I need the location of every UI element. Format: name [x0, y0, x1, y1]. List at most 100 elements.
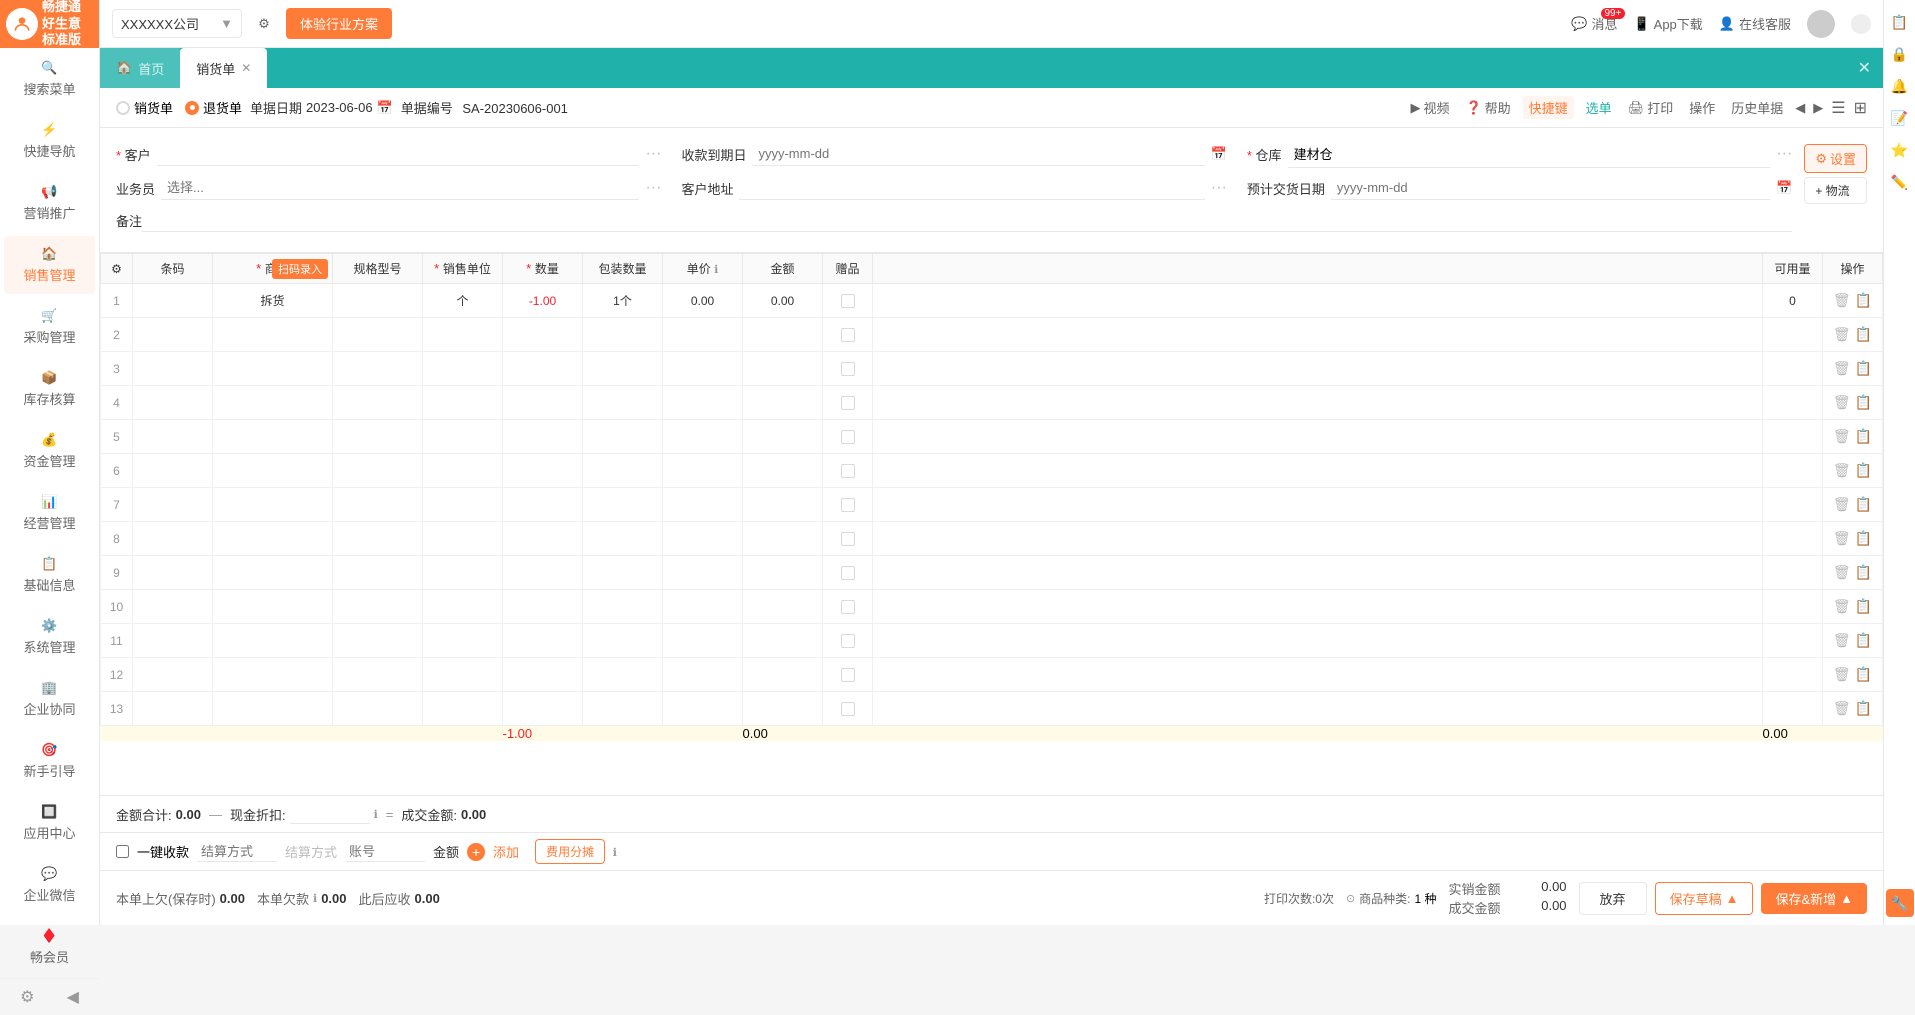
- cell-product[interactable]: 拆货: [213, 284, 333, 318]
- cell-barcode[interactable]: [133, 522, 213, 556]
- expected-date-input[interactable]: [1331, 176, 1770, 200]
- add-payment-btn[interactable]: +: [467, 843, 485, 861]
- cell-gift[interactable]: [823, 590, 873, 624]
- copy-row-btn[interactable]: 📋: [1855, 394, 1872, 411]
- cell-price[interactable]: [663, 454, 743, 488]
- cell-unit[interactable]: [423, 556, 503, 590]
- copy-row-btn[interactable]: 📋: [1855, 360, 1872, 377]
- cell-gift[interactable]: [823, 556, 873, 590]
- cell-product[interactable]: [213, 556, 333, 590]
- cell-product[interactable]: [213, 352, 333, 386]
- online-service-btn[interactable]: 👤 在线客服: [1719, 14, 1791, 33]
- cell-amount[interactable]: [743, 454, 823, 488]
- receive-date-cal-icon[interactable]: 📅: [1211, 146, 1227, 162]
- cell-gift[interactable]: [823, 624, 873, 658]
- copy-row-btn[interactable]: 📋: [1855, 292, 1872, 309]
- sidebar-item-vip[interactable]: ♦️ 畅会员: [4, 918, 95, 976]
- cell-unit[interactable]: [423, 692, 503, 726]
- cell-amount[interactable]: [743, 556, 823, 590]
- cell-gift[interactable]: [823, 522, 873, 556]
- cell-qty[interactable]: [503, 352, 583, 386]
- cell-barcode[interactable]: [133, 386, 213, 420]
- header-settings-icon[interactable]: ⚙: [250, 10, 278, 38]
- cell-qty[interactable]: [503, 556, 583, 590]
- copy-row-btn[interactable]: 📋: [1855, 326, 1872, 343]
- right-panel-note-btn[interactable]: 📝: [1886, 104, 1914, 132]
- prev-record-icon[interactable]: ◀: [1795, 100, 1805, 116]
- cell-qty[interactable]: -1.00: [503, 284, 583, 318]
- cell-barcode[interactable]: [133, 420, 213, 454]
- cell-spec[interactable]: [333, 692, 423, 726]
- operation-btn[interactable]: 操作: [1685, 96, 1719, 119]
- sidebar-item-purchase[interactable]: 🛒 采购管理: [4, 298, 95, 356]
- cell-gift[interactable]: [823, 386, 873, 420]
- copy-row-btn[interactable]: 📋: [1855, 632, 1872, 649]
- payment-method-input[interactable]: [197, 842, 277, 862]
- note-input[interactable]: [142, 208, 1792, 232]
- copy-row-btn[interactable]: 📋: [1855, 598, 1872, 615]
- user-avatar[interactable]: [1807, 10, 1835, 38]
- cell-product[interactable]: [213, 590, 333, 624]
- radio-return[interactable]: 退货单: [185, 98, 242, 117]
- cell-qty[interactable]: [503, 454, 583, 488]
- cell-gift[interactable]: [823, 658, 873, 692]
- cell-barcode[interactable]: [133, 454, 213, 488]
- copy-row-btn[interactable]: 📋: [1855, 564, 1872, 581]
- copy-row-btn[interactable]: 📋: [1855, 530, 1872, 547]
- cell-qty[interactable]: [503, 420, 583, 454]
- cell-pack-qty[interactable]: [583, 658, 663, 692]
- cell-price[interactable]: [663, 386, 743, 420]
- expected-date-cal-icon[interactable]: 📅: [1776, 180, 1792, 196]
- cell-product[interactable]: [213, 488, 333, 522]
- total-owed-info-icon[interactable]: ℹ: [313, 892, 317, 905]
- copy-row-btn[interactable]: 📋: [1855, 428, 1872, 445]
- delete-row-btn[interactable]: 🗑: [1833, 700, 1851, 717]
- delete-row-btn[interactable]: 🗑: [1833, 632, 1851, 649]
- cell-amount[interactable]: [743, 624, 823, 658]
- cell-pack-qty[interactable]: [583, 454, 663, 488]
- cell-barcode[interactable]: [133, 658, 213, 692]
- sidebar-item-appstore[interactable]: 🔲 应用中心: [4, 794, 95, 852]
- cell-gift[interactable]: [823, 352, 873, 386]
- cell-barcode[interactable]: [133, 624, 213, 658]
- cell-unit[interactable]: [423, 318, 503, 352]
- cell-spec[interactable]: [333, 420, 423, 454]
- copy-row-btn[interactable]: 📋: [1855, 666, 1872, 683]
- cell-pack-qty[interactable]: [583, 352, 663, 386]
- cell-amount[interactable]: [743, 590, 823, 624]
- cell-pack-qty[interactable]: [583, 386, 663, 420]
- sidebar-item-sales[interactable]: 🏠 销售管理: [4, 236, 95, 294]
- cell-qty[interactable]: [503, 590, 583, 624]
- print-btn[interactable]: 🖨 打印: [1624, 96, 1678, 119]
- delete-row-btn[interactable]: 🗑: [1833, 360, 1851, 377]
- cell-pack-qty[interactable]: [583, 488, 663, 522]
- delete-row-btn[interactable]: 🗑: [1833, 462, 1851, 479]
- discard-btn[interactable]: 放弃: [1579, 882, 1647, 915]
- cell-barcode[interactable]: [133, 590, 213, 624]
- cell-gift[interactable]: [823, 284, 873, 318]
- save-draft-btn[interactable]: 保存草稿 ▲: [1655, 882, 1754, 915]
- cell-product[interactable]: [213, 522, 333, 556]
- cell-pack-qty[interactable]: [583, 420, 663, 454]
- save-new-btn[interactable]: 保存&新增 ▲: [1761, 883, 1867, 914]
- right-panel-active-btn[interactable]: 🔧: [1886, 889, 1914, 917]
- salesman-more-icon[interactable]: ···: [645, 179, 661, 197]
- cell-unit[interactable]: [423, 658, 503, 692]
- cell-unit[interactable]: [423, 488, 503, 522]
- calendar-icon[interactable]: 📅: [377, 100, 393, 116]
- tab-sales-order[interactable]: 销货单 ✕: [180, 48, 267, 88]
- trial-button[interactable]: 体验行业方案: [286, 8, 392, 39]
- app-download-btn[interactable]: 📱 App下载: [1633, 14, 1702, 33]
- delete-row-btn[interactable]: 🗑: [1833, 564, 1851, 581]
- cell-spec[interactable]: [333, 522, 423, 556]
- cell-price[interactable]: [663, 488, 743, 522]
- cell-pack-qty[interactable]: [583, 522, 663, 556]
- cell-product[interactable]: [213, 658, 333, 692]
- copy-row-btn[interactable]: 📋: [1855, 462, 1872, 479]
- cell-pack-qty[interactable]: 1个: [583, 284, 663, 318]
- cell-gift[interactable]: [823, 488, 873, 522]
- cell-product[interactable]: [213, 420, 333, 454]
- cell-pack-qty[interactable]: [583, 318, 663, 352]
- expense-info-icon[interactable]: ℹ: [613, 847, 617, 859]
- customer-addr-input[interactable]: [739, 176, 1204, 200]
